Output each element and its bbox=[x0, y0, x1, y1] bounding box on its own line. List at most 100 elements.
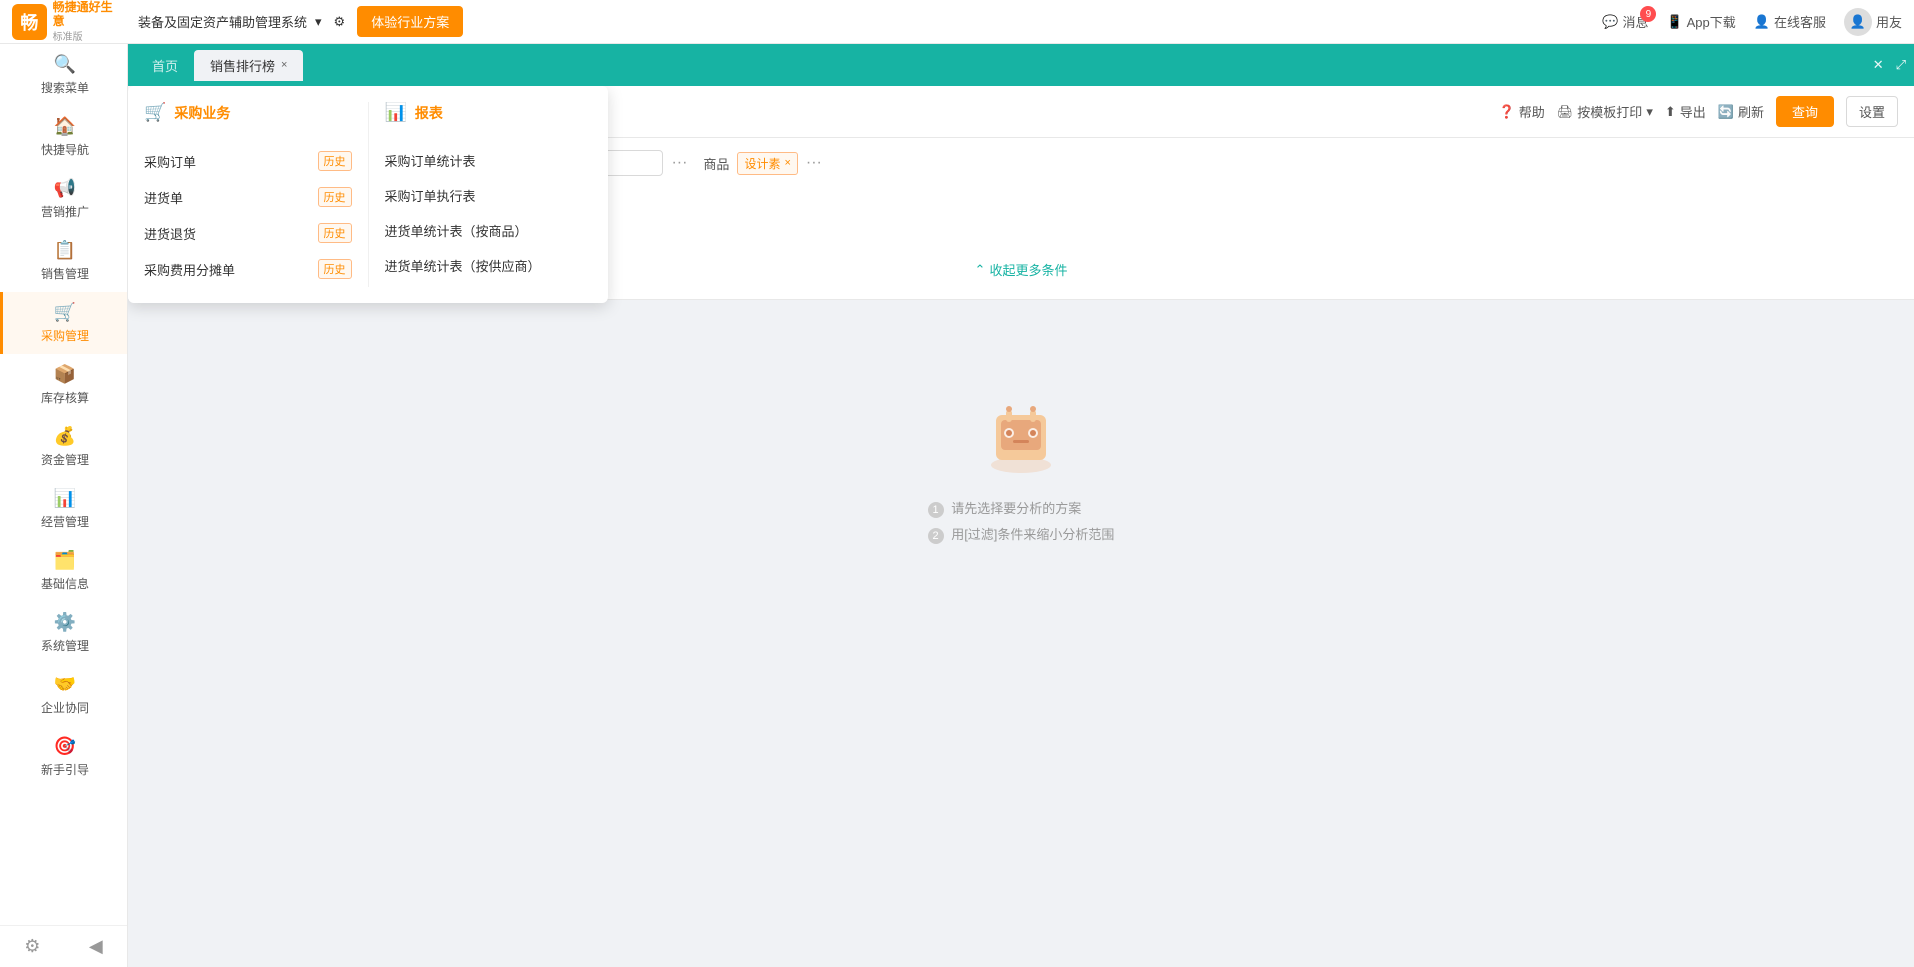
sidebar-item-purchase[interactable]: 🛒 采购管理 bbox=[0, 292, 127, 354]
sales-icon: 📋 bbox=[54, 240, 76, 261]
sidebar-item-finance[interactable]: 💰 资金管理 bbox=[0, 416, 127, 478]
empty-tip-2: 2 用[过滤]条件来缩小分析范围 bbox=[928, 522, 1115, 548]
tab-bar: 首页 销售排行榜 × ✕ ⤢ bbox=[128, 44, 1914, 86]
menu-item-expense[interactable]: 采购费用分摊单 历史 bbox=[144, 251, 352, 287]
goods-tag-close[interactable]: × bbox=[784, 157, 790, 169]
sidebar-item-basic-info[interactable]: 🗂️ 基础信息 bbox=[0, 540, 127, 602]
menu-left-column: 🛒 采购业务 采购订单 历史 进货单 历史 进货退货 bbox=[144, 102, 352, 287]
app-container: 畅 畅捷通好生意 标准版 装备及固定资产辅助管理系统 ▾ ⚙ 体验行业方案 💬 … bbox=[0, 0, 1914, 967]
enterprise-icon: 🤝 bbox=[54, 674, 76, 695]
settings-gear-icon[interactable]: ⚙ bbox=[334, 14, 346, 30]
return-history: 历史 bbox=[318, 223, 352, 243]
sidebar-label-operations: 经营管理 bbox=[41, 513, 89, 530]
sidebar-label-quick-nav: 快捷导航 bbox=[41, 141, 89, 158]
refresh-label: 刷新 bbox=[1738, 102, 1764, 121]
print-template-btn[interactable]: 🖨 按模板打印 ▾ bbox=[1557, 102, 1653, 121]
print-arrow-icon: ▾ bbox=[1646, 104, 1653, 120]
title-dropdown-arrow[interactable]: ▾ bbox=[315, 14, 322, 30]
report-icon: 📊 bbox=[385, 102, 407, 123]
collapse-up-icon: ⌃ bbox=[975, 262, 986, 278]
content-area: 首页 销售排行榜 × ✕ ⤢ ❓ 帮助 bbox=[128, 44, 1914, 967]
logo-icon: 畅 bbox=[12, 4, 47, 40]
purchase-order-history: 历史 bbox=[318, 151, 352, 171]
online-service-btn[interactable]: 👤 在线客服 bbox=[1754, 12, 1826, 31]
system-icon: ⚙️ bbox=[54, 612, 76, 633]
sidebar-settings-btn[interactable]: ⚙ bbox=[24, 936, 40, 957]
incoming-stats-goods-label: 进货单统计表（按商品） bbox=[385, 221, 593, 240]
user-btn[interactable]: 👤 用友 bbox=[1844, 8, 1902, 36]
sidebar-label-purchase: 采购管理 bbox=[41, 327, 89, 344]
query-btn[interactable]: 查询 bbox=[1776, 96, 1834, 127]
logo-area: 畅 畅捷通好生意 标准版 bbox=[12, 0, 122, 43]
menu-left-title: 🛒 采购业务 bbox=[144, 102, 352, 131]
collapse-more-btn[interactable]: ⌃ 收起更多条件 bbox=[975, 260, 1068, 279]
menu-item-purchase-order[interactable]: 采购订单 历史 bbox=[144, 143, 352, 179]
menu-item-incoming-stats-supplier[interactable]: 进货单统计表（按供应商） bbox=[385, 248, 593, 283]
system-title: 装备及固定资产辅助管理系统 bbox=[138, 12, 307, 31]
order-stats-label: 采购订单统计表 bbox=[385, 151, 593, 170]
menu-item-incoming-stats-goods[interactable]: 进货单统计表（按商品） bbox=[385, 213, 593, 248]
goods-dots[interactable]: ··· bbox=[806, 154, 822, 172]
user-label: 用友 bbox=[1876, 12, 1902, 31]
refresh-btn[interactable]: 🔄 刷新 bbox=[1718, 102, 1764, 121]
finance-icon: 💰 bbox=[54, 426, 76, 447]
help-btn[interactable]: ❓ 帮助 bbox=[1499, 102, 1545, 121]
menu-right-column: 📊 报表 采购订单统计表 采购订单执行表 进货单统计表（按商品） bbox=[385, 102, 593, 287]
goods-label: 商品 bbox=[703, 154, 729, 173]
tab-home[interactable]: 首页 bbox=[136, 50, 194, 81]
expense-history: 历史 bbox=[318, 259, 352, 279]
menu-item-order-exec[interactable]: 采购订单执行表 bbox=[385, 178, 593, 213]
goods-tag: 设计素 × bbox=[737, 152, 797, 175]
sidebar-item-quick-nav[interactable]: 🏠 快捷导航 bbox=[0, 106, 127, 168]
sidebar-label-guide: 新手引导 bbox=[41, 761, 89, 778]
top-bar-right: 💬 消息 9 📱 App下载 👤 在线客服 👤 用友 bbox=[1602, 8, 1902, 36]
message-icon: 💬 bbox=[1602, 14, 1618, 30]
voucher-status-dots[interactable]: ··· bbox=[671, 154, 687, 172]
sidebar: 🔍 搜索菜单 🏠 快捷导航 📢 营销推广 📋 销售管理 🛒 采购管理 📦 bbox=[0, 44, 128, 967]
marketing-icon: 📢 bbox=[54, 178, 76, 199]
main-layout: 🔍 搜索菜单 🏠 快捷导航 📢 营销推广 📋 销售管理 🛒 采购管理 📦 bbox=[0, 44, 1914, 967]
sidebar-item-sales[interactable]: 📋 销售管理 bbox=[0, 230, 127, 292]
menu-item-return[interactable]: 进货退货 历史 bbox=[144, 215, 352, 251]
export-icon: ⬆ bbox=[1665, 104, 1676, 120]
incoming-history: 历史 bbox=[318, 187, 352, 207]
sidebar-item-marketing[interactable]: 📢 营销推广 bbox=[0, 168, 127, 230]
incoming-stats-supplier-label: 进货单统计表（按供应商） bbox=[385, 256, 593, 275]
export-label: 导出 bbox=[1680, 102, 1706, 121]
sidebar-item-search[interactable]: 🔍 搜索菜单 bbox=[0, 44, 127, 106]
tab-window-close-btn[interactable]: ✕ bbox=[1873, 57, 1884, 73]
industry-btn[interactable]: 体验行业方案 bbox=[357, 6, 463, 37]
empty-state: 1 请先选择要分析的方案 2 用[过滤]条件来缩小分析范围 bbox=[128, 300, 1914, 628]
menu-right-title-label: 报表 bbox=[415, 103, 443, 123]
inventory-icon: 📦 bbox=[54, 364, 76, 385]
tab-window-expand-btn[interactable]: ⤢ bbox=[1896, 57, 1906, 73]
menu-item-incoming[interactable]: 进货单 历史 bbox=[144, 179, 352, 215]
sidebar-label-enterprise: 企业协同 bbox=[41, 699, 89, 716]
tab-sales-rank-close[interactable]: × bbox=[281, 59, 287, 71]
logo-text: 畅捷通好生意 标准版 bbox=[53, 0, 122, 43]
sidebar-item-guide[interactable]: 🎯 新手引导 bbox=[0, 726, 127, 788]
online-service-label: 在线客服 bbox=[1774, 12, 1826, 31]
sidebar-item-enterprise[interactable]: 🤝 企业协同 bbox=[0, 664, 127, 726]
menu-item-order-stats[interactable]: 采购订单统计表 bbox=[385, 143, 593, 178]
print-icon: 🖨 bbox=[1557, 104, 1574, 120]
help-label: 帮助 bbox=[1519, 102, 1545, 121]
sidebar-item-inventory[interactable]: 📦 库存核算 bbox=[0, 354, 127, 416]
tab-sales-rank[interactable]: 销售排行榜 × bbox=[194, 50, 303, 81]
tab-sales-rank-label: 销售排行榜 bbox=[210, 56, 275, 75]
export-btn[interactable]: ⬆ 导出 bbox=[1665, 102, 1706, 121]
sidebar-item-operations[interactable]: 📊 经营管理 bbox=[0, 478, 127, 540]
sidebar-label-system: 系统管理 bbox=[41, 637, 89, 654]
collapse-label: 收起更多条件 bbox=[989, 260, 1067, 279]
logo-main-text: 畅捷通好生意 bbox=[53, 0, 122, 28]
return-label: 进货退货 bbox=[144, 224, 318, 243]
settings-btn[interactable]: 设置 bbox=[1846, 96, 1898, 127]
phone-icon: 📱 bbox=[1666, 14, 1682, 30]
sidebar-collapse-btn[interactable]: ◀ bbox=[89, 936, 103, 957]
logo-sub-text: 标准版 bbox=[53, 28, 122, 43]
app-download-btn[interactable]: 📱 App下载 bbox=[1666, 12, 1735, 31]
expense-label: 采购费用分摊单 bbox=[144, 260, 318, 279]
goods-tag-value: 设计素 bbox=[744, 155, 780, 172]
message-btn[interactable]: 💬 消息 9 bbox=[1602, 12, 1648, 31]
sidebar-item-system[interactable]: ⚙️ 系统管理 bbox=[0, 602, 127, 664]
